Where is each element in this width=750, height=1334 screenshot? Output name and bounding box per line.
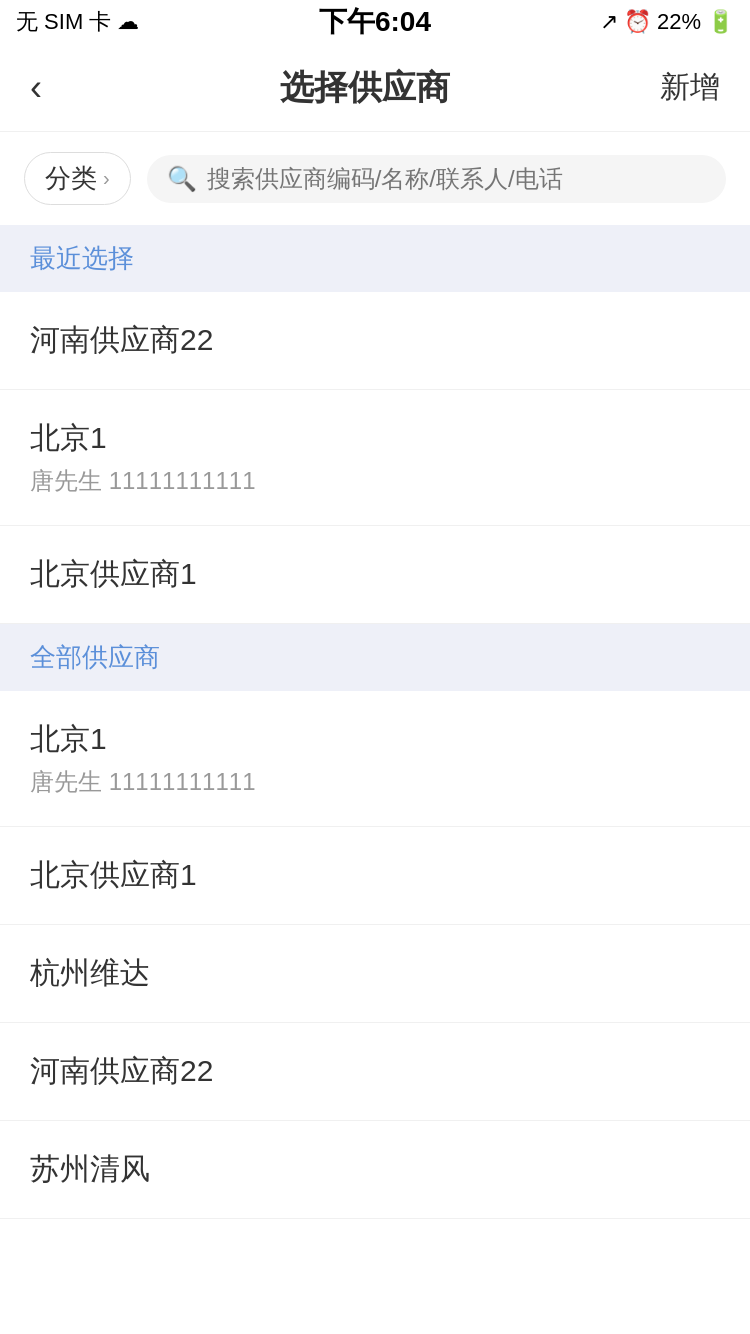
search-input-wrap: 🔍 <box>147 155 726 203</box>
list-item[interactable]: 苏州清风 <box>0 1121 750 1219</box>
item-sub: 唐先生 11111111111 <box>30 465 720 497</box>
chevron-right-icon: › <box>103 167 110 190</box>
category-button[interactable]: 分类 › <box>24 152 131 205</box>
list-item[interactable]: 北京供应商1 <box>0 526 750 624</box>
list-item[interactable]: 河南供应商22 <box>0 292 750 390</box>
add-button[interactable]: 新增 <box>640 67 720 108</box>
item-name: 北京供应商1 <box>30 855 720 896</box>
status-right: ↗ ⏰ 22% 🔋 <box>600 9 734 35</box>
item-name: 北京1 <box>30 719 720 760</box>
item-sub: 唐先生 11111111111 <box>30 766 720 798</box>
location-icon: ↗ <box>600 9 618 35</box>
page-title: 选择供应商 <box>280 65 450 111</box>
search-icon: 🔍 <box>167 165 197 193</box>
category-label: 分类 <box>45 161 97 196</box>
list-item[interactable]: 北京1 唐先生 11111111111 <box>0 691 750 827</box>
list-item[interactable]: 北京供应商1 <box>0 827 750 925</box>
all-section-header: 全部供应商 <box>0 624 750 691</box>
battery-icon: 🔋 <box>707 9 734 35</box>
status-bar: 无 SIM 卡 ☁ 下午6:04 ↗ ⏰ 22% 🔋 <box>0 0 750 44</box>
recent-section-header: 最近选择 <box>0 225 750 292</box>
search-input[interactable] <box>207 165 706 193</box>
item-name: 河南供应商22 <box>30 320 720 361</box>
list-item[interactable]: 河南供应商22 <box>0 1023 750 1121</box>
recent-list: 河南供应商22 北京1 唐先生 11111111111 北京供应商1 <box>0 292 750 624</box>
status-left: 无 SIM 卡 ☁ <box>16 7 139 37</box>
back-button[interactable]: ‹ <box>30 67 90 109</box>
alarm-icon: ⏰ <box>624 9 651 35</box>
item-name: 苏州清风 <box>30 1149 720 1190</box>
item-name: 杭州维达 <box>30 953 720 994</box>
sim-status: 无 SIM 卡 ☁ <box>16 7 139 37</box>
item-name: 北京供应商1 <box>30 554 720 595</box>
all-list: 北京1 唐先生 11111111111 北京供应商1 杭州维达河南供应商22 苏州清风 <box>0 691 750 1219</box>
nav-bar: ‹ 选择供应商 新增 <box>0 44 750 132</box>
battery-text: 22% <box>657 9 701 35</box>
search-bar: 分类 › 🔍 <box>0 132 750 225</box>
item-name: 北京1 <box>30 418 720 459</box>
list-item[interactable]: 北京1 唐先生 11111111111 <box>0 390 750 526</box>
item-name: 河南供应商22 <box>30 1051 720 1092</box>
status-time: 下午6:04 <box>319 3 431 41</box>
list-item[interactable]: 杭州维达 <box>0 925 750 1023</box>
